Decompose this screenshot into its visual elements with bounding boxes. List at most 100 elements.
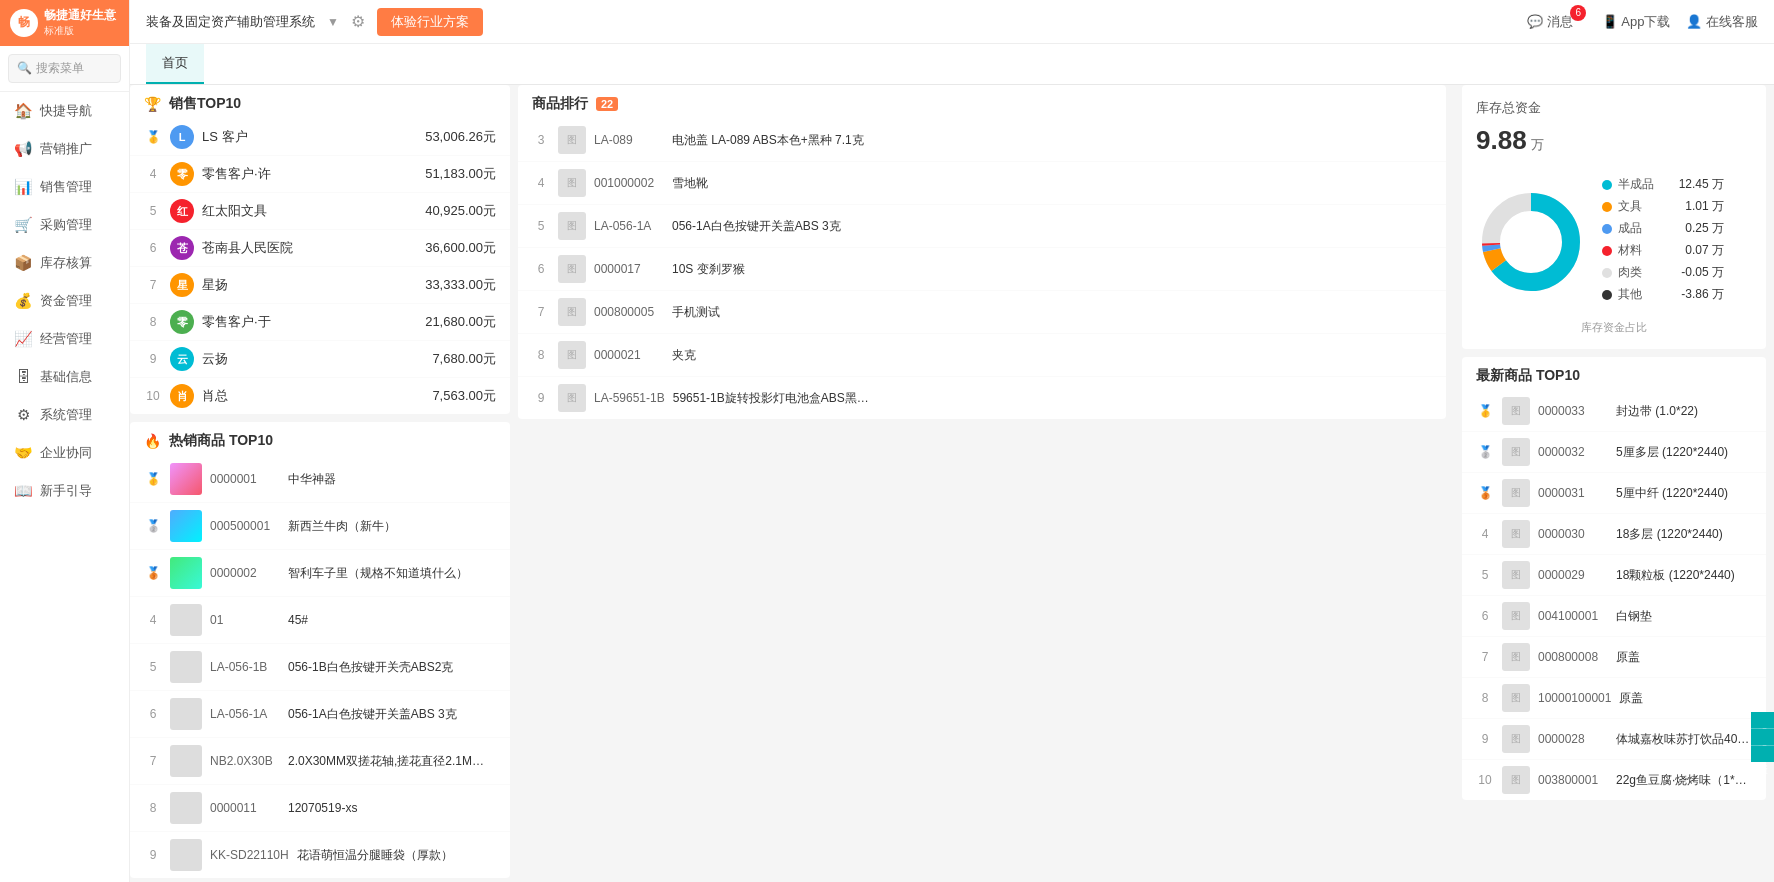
sidebar-item-enterprise[interactable]: 🤝 企业协同	[0, 434, 129, 472]
customer-row[interactable]: 10 肖 肖总 7,563.00元	[130, 378, 510, 414]
hot-product-row[interactable]: 6 LA-056-1A 056-1A白色按键开关盖ABS 3克	[130, 691, 510, 738]
enterprise-icon: 🤝	[14, 444, 32, 462]
new-product-row[interactable]: 4 图 0000030 18多层 (1220*2440)	[1462, 514, 1766, 555]
legend-dot	[1602, 246, 1612, 256]
product-thumb: 图	[558, 255, 586, 283]
new-product-row[interactable]: 10 图 003800001 22g鱼豆腐·烧烤味（1*12*20）	[1462, 760, 1766, 800]
rank-num: 7	[1476, 650, 1494, 664]
dropdown-arrow-icon[interactable]: ▼	[327, 15, 339, 29]
app-download-button[interactable]: 📱 App下载	[1602, 13, 1670, 31]
legend-dot	[1602, 268, 1612, 278]
message-button[interactable]: 💬 消息 6	[1527, 13, 1586, 31]
rank-icon: 🥇	[1476, 404, 1494, 418]
product-thumb: 图	[558, 298, 586, 326]
trial-button[interactable]: 体验行业方案	[377, 8, 483, 36]
new-product-row[interactable]: 🥉 图 0000031 5厘中纤 (1220*2440)	[1462, 473, 1766, 514]
customer-row[interactable]: 4 零 零售客户·许 51,183.00元	[130, 156, 510, 193]
finance-icon: 💰	[14, 292, 32, 310]
new-product-row[interactable]: 6 图 004100001 白钢垫	[1462, 596, 1766, 637]
hot-product-row[interactable]: 🥇 0000001 中华神器	[130, 456, 510, 503]
new-product-row[interactable]: 5 图 0000029 18颗粒板 (1220*2440)	[1462, 555, 1766, 596]
customer-row[interactable]: 9 云 云扬 7,680.00元	[130, 341, 510, 378]
customer-row[interactable]: 5 红 红太阳文具 40,925.00元	[130, 193, 510, 230]
product-image	[170, 698, 202, 730]
hot-products-header: 🔥 热销商品 TOP10	[130, 422, 510, 456]
topbar-right: 💬 消息 6 📱 App下载 👤 在线客服	[1527, 13, 1758, 31]
product-ranking-header: 商品排行 22	[518, 85, 1446, 119]
product-thumb: 图	[1502, 438, 1530, 466]
notification-badge: 6	[1570, 5, 1586, 21]
customer-row[interactable]: 8 零 零售客户·于 21,680.00元	[130, 304, 510, 341]
sidebar-item-guide[interactable]: 📖 新手引导	[0, 472, 129, 510]
legend-dot	[1602, 180, 1612, 190]
sidebar-item-operations[interactable]: 📈 经营管理	[0, 320, 129, 358]
hot-product-row[interactable]: 9 KK-SD22110H 花语萌恒温分腿睡袋（厚款）	[130, 832, 510, 878]
content-area: 🏆 销售TOP10 🥇 L LS 客户 53,006.26元 4 零 零售客户·…	[130, 85, 1774, 882]
rank-num: 9	[144, 848, 162, 862]
new-product-row[interactable]: 🥈 图 0000032 5厘多层 (1220*2440)	[1462, 432, 1766, 473]
sidebar-item-sales[interactable]: 📊 销售管理	[0, 168, 129, 206]
legend-dot	[1602, 290, 1612, 300]
rank-num: 5	[1476, 568, 1494, 582]
float-buttons: 客服热线 服务社区 直播	[1751, 712, 1774, 762]
mid-product-row[interactable]: 4 图 001000002 雪地靴	[518, 162, 1446, 205]
tab-home[interactable]: 首页	[146, 44, 204, 84]
customer-service-button[interactable]: 客服热线	[1751, 712, 1774, 729]
customer-row[interactable]: 6 苍 苍南县人民医院 36,600.00元	[130, 230, 510, 267]
left-panel: 🏆 销售TOP10 🥇 L LS 客户 53,006.26元 4 零 零售客户·…	[130, 85, 510, 882]
mid-product-row[interactable]: 3 图 LA-089 电池盖 LA-089 ABS本色+黑种 7.1克	[518, 119, 1446, 162]
new-products-header: 最新商品 TOP10	[1462, 357, 1766, 391]
settings-icon[interactable]: ⚙	[351, 12, 365, 31]
sidebar-item-finance[interactable]: 💰 资金管理	[0, 282, 129, 320]
legend-item: 肉类 -0.05 万	[1602, 264, 1724, 281]
rank-num: 9	[532, 391, 550, 405]
sidebar-item-home[interactable]: 🏠 快捷导航	[0, 92, 129, 130]
hot-product-row[interactable]: 8 0000011 12070519-xs	[130, 785, 510, 832]
legend-dot	[1602, 202, 1612, 212]
rank-num: 8	[1476, 691, 1494, 705]
legend-item: 文具 1.01 万	[1602, 198, 1724, 215]
product-image	[170, 651, 202, 683]
mid-product-row[interactable]: 9 图 LA-59651-1B 59651-1B旋转投影灯电池盒ABS黑色+58…	[518, 377, 1446, 419]
product-thumb: 图	[558, 169, 586, 197]
product-thumb: 图	[1502, 725, 1530, 753]
customer-row[interactable]: 7 星 星扬 33,333.00元	[130, 267, 510, 304]
mid-product-row[interactable]: 5 图 LA-056-1A 056-1A白色按键开关盖ABS 3克	[518, 205, 1446, 248]
product-thumb: 图	[558, 384, 586, 412]
avatar: L	[170, 125, 194, 149]
community-button[interactable]: 服务社区	[1751, 729, 1774, 746]
sidebar-item-basics[interactable]: 🗄 基础信息	[0, 358, 129, 396]
legend-item: 半成品 12.45 万	[1602, 176, 1724, 193]
trophy-icon: 🏆	[144, 96, 161, 112]
avatar: 零	[170, 310, 194, 334]
sidebar-item-inventory[interactable]: 📦 库存核算	[0, 244, 129, 282]
sidebar-item-purchase[interactable]: 🛒 采购管理	[0, 206, 129, 244]
inventory-unit: 万	[1531, 136, 1544, 154]
mid-product-row[interactable]: 6 图 0000017 10S 变刹罗猴	[518, 248, 1446, 291]
hot-product-row[interactable]: 5 LA-056-1B 056-1B白色按键开关壳ABS2克	[130, 644, 510, 691]
mid-product-row[interactable]: 7 图 000800005 手机测试	[518, 291, 1446, 334]
livestream-button[interactable]: 直播	[1751, 746, 1774, 762]
hot-product-row[interactable]: 🥈 000500001 新西兰牛肉（新牛）	[130, 503, 510, 550]
inventory-subtitle: 库存资金占比	[1476, 320, 1752, 335]
hot-product-row[interactable]: 7 NB2.0X30B 2.0X30MM双搓花轴,搓花直径2.1MM/ROHS	[130, 738, 510, 785]
product-image	[170, 463, 202, 495]
sidebar-item-marketing[interactable]: 📢 营销推广	[0, 130, 129, 168]
rank-num: 6	[144, 707, 162, 721]
new-product-row[interactable]: 9 图 0000028 体城嘉枚味苏打饮品400毫升（1*15）	[1462, 719, 1766, 760]
sidebar-item-system[interactable]: ⚙ 系统管理	[0, 396, 129, 434]
mid-product-row[interactable]: 8 图 0000021 夹克	[518, 334, 1446, 377]
rank-num: 8	[144, 801, 162, 815]
sales-icon: 📊	[14, 178, 32, 196]
product-thumb: 图	[558, 341, 586, 369]
main-container: 装备及固定资产辅助管理系统 ▼ ⚙ 体验行业方案 💬 消息 6 📱 App下载 …	[130, 0, 1774, 882]
online-service-button[interactable]: 👤 在线客服	[1686, 13, 1758, 31]
new-product-row[interactable]: 7 图 000800008 原盖	[1462, 637, 1766, 678]
search-menu-button[interactable]: 🔍 搜索菜单	[8, 54, 121, 83]
hot-product-row[interactable]: 4 01 45#	[130, 597, 510, 644]
new-product-row[interactable]: 🥇 图 0000033 封边带 (1.0*22)	[1462, 391, 1766, 432]
new-product-row[interactable]: 8 图 10000100001 原盖	[1462, 678, 1766, 719]
hot-product-row[interactable]: 🥉 0000002 智利车子里（规格不知道填什么）	[130, 550, 510, 597]
customer-row[interactable]: 🥇 L LS 客户 53,006.26元	[130, 119, 510, 156]
product-image	[170, 745, 202, 777]
